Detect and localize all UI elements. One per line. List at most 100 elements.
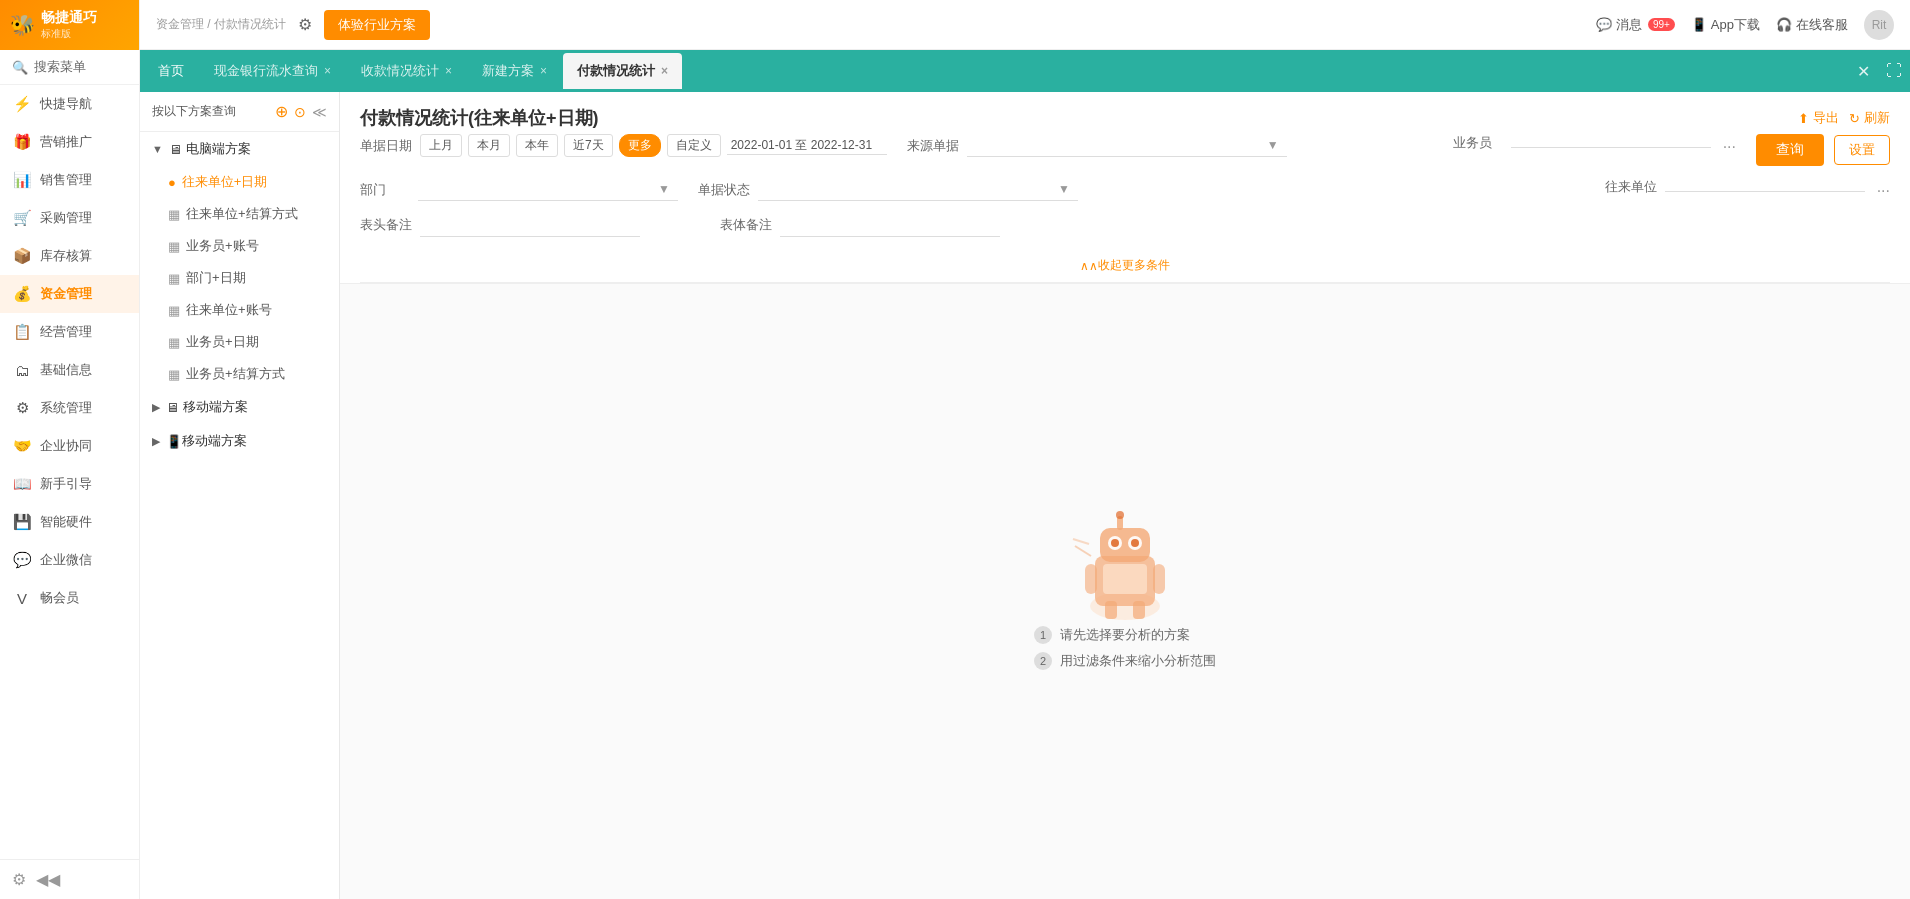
scheme-item-staff-date[interactable]: ▦ 业务员+日期 — [140, 326, 339, 358]
filter-setting-btn[interactable]: 设置 — [1834, 135, 1890, 165]
date-btn-last-7days[interactable]: 近7天 — [564, 134, 613, 157]
svg-rect-6 — [1133, 601, 1145, 619]
tab-close-payment-stats[interactable]: × — [661, 64, 668, 78]
empty-tip-1: 1 请先选择要分析的方案 — [1034, 626, 1216, 644]
close-all-tabs-icon[interactable]: ✕ — [1853, 58, 1874, 85]
header-remark-label: 表头备注 — [360, 216, 412, 234]
tip-num-2: 2 — [1034, 652, 1052, 670]
message-action[interactable]: 💬 消息 99+ — [1596, 16, 1675, 34]
date-btn-more[interactable]: 更多 — [619, 134, 661, 157]
scheme-header-label: 按以下方案查询 — [152, 103, 236, 120]
inventory-icon: 📦 — [12, 247, 32, 265]
query-button[interactable]: 查询 — [1756, 134, 1824, 166]
member-label: 畅会员 — [40, 589, 79, 607]
scheme-item-unit-settle[interactable]: ▦ 往来单位+结算方式 — [140, 198, 339, 230]
tab-home[interactable]: 首页 — [144, 53, 198, 89]
sidebar-item-basic-info[interactable]: 🗂 基础信息 — [0, 351, 139, 389]
scheme-group-header-desktop[interactable]: ▼ 🖥 电脑端方案 — [140, 132, 339, 166]
sidebar-item-finance[interactable]: 💰 资金管理 — [0, 275, 139, 313]
tab-close-receipt-stats[interactable]: × — [445, 64, 452, 78]
sidebar-item-inventory[interactable]: 📦 库存核算 — [0, 237, 139, 275]
settings-footer-icon[interactable]: ⚙ — [12, 870, 26, 889]
hardware-icon: 💾 — [12, 513, 32, 531]
sidebar-item-purchase[interactable]: 🛒 采购管理 — [0, 199, 139, 237]
scheme-item-unit-date[interactable]: ● 往来单位+日期 — [140, 166, 339, 198]
scheme-item-staff-settle[interactable]: ▦ 业务员+结算方式 — [140, 358, 339, 390]
search-menu-item[interactable]: 🔍 搜索菜单 — [0, 50, 139, 85]
sidebar-item-quick-nav[interactable]: ⚡ 快捷导航 — [0, 85, 139, 123]
tab-close-bank-flow[interactable]: × — [324, 64, 331, 78]
sidebar-footer: ⚙ ◀◀ — [0, 859, 139, 899]
online-service-action[interactable]: 🎧 在线客服 — [1776, 16, 1848, 34]
sidebar-item-wechat[interactable]: 💬 企业微信 — [0, 541, 139, 579]
app-download-action[interactable]: 📱 App下载 — [1691, 16, 1760, 34]
sidebar-item-guide[interactable]: 📖 新手引导 — [0, 465, 139, 503]
scheme-item-label-unit-settle: 往来单位+结算方式 — [186, 205, 298, 223]
tab-receipt-stats[interactable]: 收款情况统计× — [347, 53, 466, 89]
mobile-group-arrow: ▶ — [152, 435, 160, 448]
unit-dots[interactable]: ... — [1877, 178, 1890, 196]
user-avatar[interactable]: Rit — [1864, 10, 1894, 40]
sidebar-item-hardware[interactable]: 💾 智能硬件 — [0, 503, 139, 541]
sidebar-item-member[interactable]: V 畅会员 — [0, 579, 139, 617]
scheme-item-unit-account[interactable]: ▦ 往来单位+账号 — [140, 294, 339, 326]
refresh-btn[interactable]: ↻ 刷新 — [1849, 109, 1890, 127]
marketing-label: 营销推广 — [40, 133, 92, 151]
staff-field: 业务员 ... — [1453, 134, 1736, 152]
scheme-item-staff-account[interactable]: ▦ 业务员+账号 — [140, 230, 339, 262]
trial-btn[interactable]: 体验行业方案 — [324, 10, 430, 40]
group-icon-mobile: 🖥 — [166, 400, 179, 415]
date-range-input[interactable] — [727, 136, 887, 155]
body-remark-input[interactable] — [780, 213, 1000, 237]
tab-bank-flow[interactable]: 现金银行流水查询 × — [200, 53, 345, 89]
refresh-icon: ↻ — [1849, 111, 1860, 126]
tab-new-scheme[interactable]: 新建方案× — [468, 53, 561, 89]
staff-dots[interactable]: ... — [1723, 134, 1736, 152]
date-btn-this-year[interactable]: 本年 — [516, 134, 558, 157]
unit-label: 往来单位 — [1605, 178, 1657, 196]
sidebar-item-sales[interactable]: 📊 销售管理 — [0, 161, 139, 199]
scheme-collapse-btn[interactable]: ≪ — [312, 104, 327, 120]
filter-header: 付款情况统计(往来单位+日期) ⬆ 导出 ↻ 刷新 — [360, 106, 1890, 130]
source-select[interactable]: ▼ — [967, 134, 1287, 157]
sidebar-item-system[interactable]: ⚙ 系统管理 — [0, 389, 139, 427]
svg-rect-5 — [1105, 601, 1117, 619]
status-select[interactable]: ▼ — [758, 178, 1078, 201]
guide-label: 新手引导 — [40, 475, 92, 493]
topbar-right: 💬 消息 99+ 📱 App下载 🎧 在线客服 Rit — [1596, 10, 1894, 40]
sidebar-item-company[interactable]: 🤝 企业协同 — [0, 427, 139, 465]
empty-tip-2: 2 用过滤条件来缩小分析范围 — [1034, 652, 1216, 670]
source-field: 来源单据 ▼ — [907, 134, 1433, 157]
sales-icon: 📊 — [12, 171, 32, 189]
add-scheme-btn[interactable]: ⊕ — [275, 102, 288, 121]
scheme-group-mobile[interactable]: ▶ 📱 移动端方案 — [140, 424, 339, 458]
export-btn[interactable]: ⬆ 导出 — [1798, 109, 1839, 127]
unit-select[interactable] — [1665, 183, 1865, 192]
date-btn-this-month[interactable]: 本月 — [468, 134, 510, 157]
scheme-item-label-staff-settle: 业务员+结算方式 — [186, 365, 285, 383]
logo-icon: 🐝 — [10, 13, 35, 37]
company-label: 企业协同 — [40, 437, 92, 455]
scheme-group-header-mobile[interactable]: ▶ 🖥 移动端方案 — [140, 390, 339, 424]
expand-tabs-icon[interactable]: ⛶ — [1882, 58, 1906, 84]
collapse-sidebar-icon[interactable]: ◀◀ — [36, 870, 60, 889]
tab-payment-stats[interactable]: 付款情况统计× — [563, 53, 682, 89]
date-btn-custom[interactable]: 自定义 — [667, 134, 721, 157]
date-btn-last-month[interactable]: 上月 — [420, 134, 462, 157]
topbar-gear-icon[interactable]: ⚙ — [298, 15, 312, 34]
tab-close-new-scheme[interactable]: × — [540, 64, 547, 78]
company-icon: 🤝 — [12, 437, 32, 455]
collapse-conditions-bar[interactable]: ∧∧ 收起更多条件 — [360, 249, 1890, 283]
header-remark-input[interactable] — [420, 213, 640, 237]
sidebar-item-operation[interactable]: 📋 经营管理 — [0, 313, 139, 351]
scheme-settings-btn[interactable]: ⊙ — [294, 104, 306, 120]
scheme-item-dept-date[interactable]: ▦ 部门+日期 — [140, 262, 339, 294]
svg-rect-2 — [1103, 564, 1147, 594]
filter-row-1: 单据日期 上月 本月 本年 近7天 更多 自定义 来源单据 — [360, 134, 1890, 166]
svg-line-15 — [1073, 539, 1089, 544]
sidebar-item-marketing[interactable]: 🎁 营销推广 — [0, 123, 139, 161]
dept-select[interactable]: ▼ — [418, 178, 678, 201]
tab-label-bank-flow: 现金银行流水查询 — [214, 62, 318, 80]
wechat-icon: 💬 — [12, 551, 32, 569]
staff-select[interactable] — [1511, 139, 1711, 148]
